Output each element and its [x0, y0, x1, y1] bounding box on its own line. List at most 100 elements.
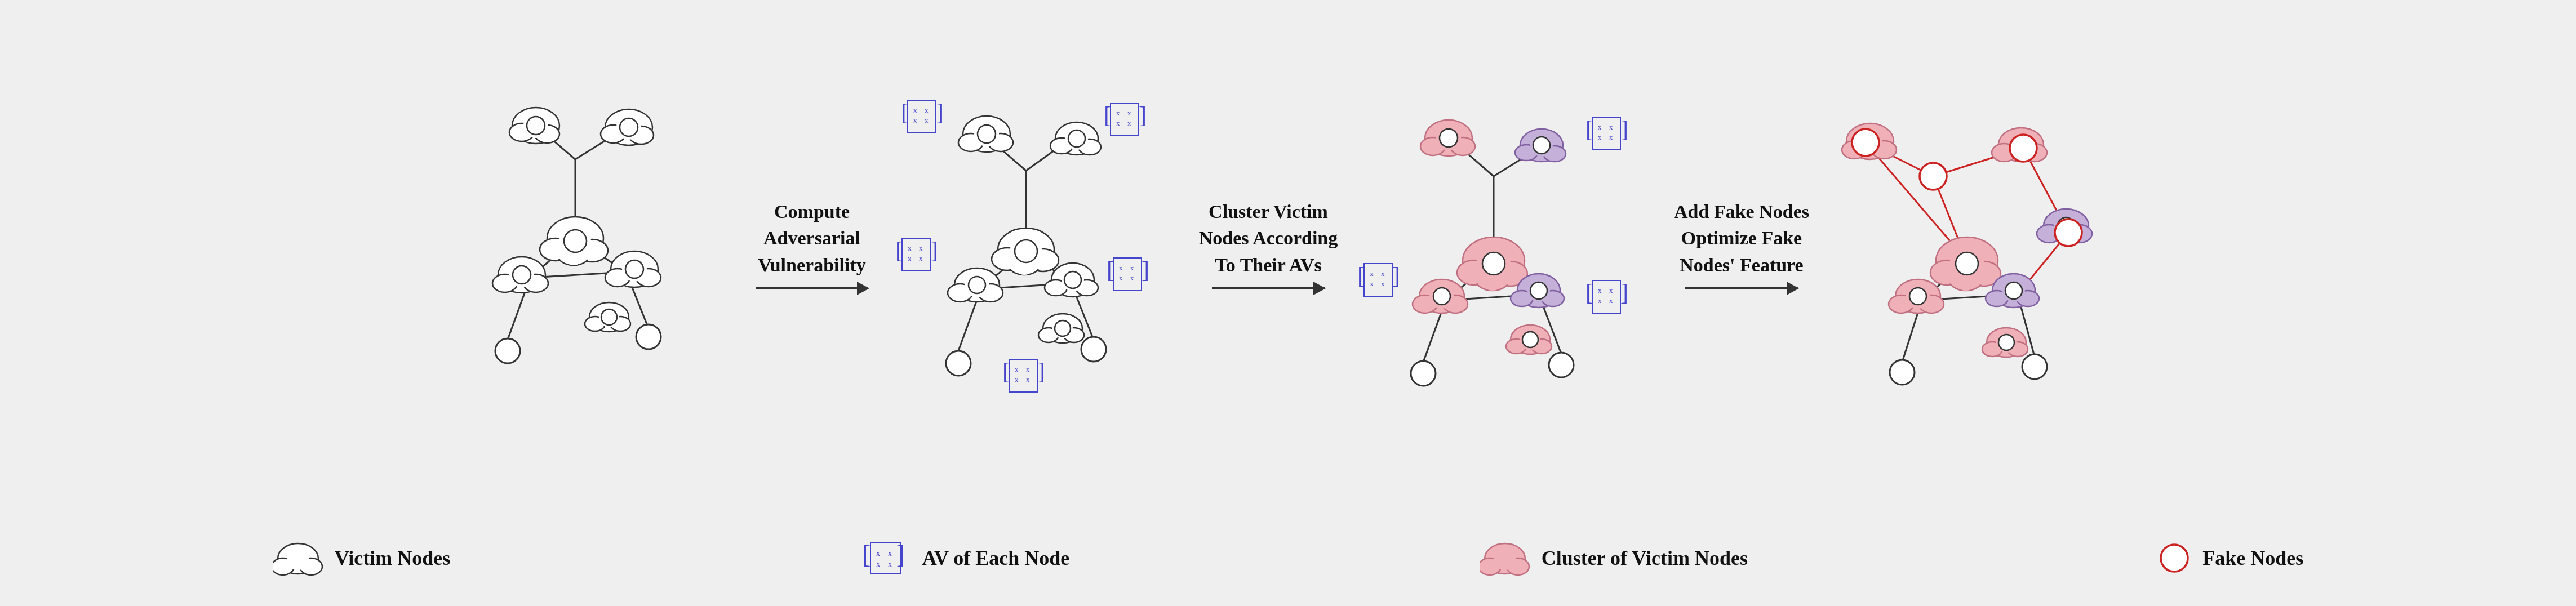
legend-cluster-nodes: Cluster of Victim Nodes	[1480, 537, 1748, 580]
svg-text:x: x	[888, 549, 892, 558]
svg-rect-83	[1113, 258, 1142, 291]
legend-av-label: AV of Each Node	[922, 546, 1070, 570]
svg-point-102	[994, 136, 1007, 149]
svg-text:]: ]	[1620, 279, 1628, 305]
svg-point-178	[1440, 129, 1458, 147]
svg-rect-69	[1111, 103, 1139, 136]
svg-point-269	[2022, 293, 2033, 304]
svg-point-200	[1549, 148, 1560, 159]
main-layout: Compute Adversarial Vulnerability	[0, 0, 2576, 606]
svg-point-283	[2055, 219, 2082, 246]
svg-point-43	[642, 271, 655, 284]
svg-text:]: ]	[936, 99, 944, 125]
arrow-section-2: Cluster Victim Nodes According To Their …	[1189, 198, 1347, 290]
arrow1-label: Compute Adversarial Vulnerability	[758, 198, 865, 279]
svg-text:x: x	[919, 254, 923, 262]
svg-point-187	[1482, 252, 1505, 275]
diagrams-row: Compute Adversarial Vulnerability	[0, 0, 2576, 516]
svg-text:x: x	[1370, 279, 1374, 288]
svg-text:[: [	[1104, 102, 1112, 128]
svg-point-280	[1852, 129, 1879, 156]
svg-point-206	[1516, 293, 1527, 304]
svg-point-209	[1411, 361, 1436, 386]
svg-point-109	[1084, 141, 1095, 153]
legends-row: Victim Nodes [ ] x x x x AV of Each Node	[0, 516, 2576, 606]
svg-point-131	[1050, 282, 1062, 293]
svg-text:x: x	[1130, 264, 1134, 272]
svg-point-42	[611, 271, 624, 284]
svg-point-272	[2022, 354, 2047, 379]
svg-rect-76	[902, 238, 930, 271]
svg-point-192	[1418, 297, 1432, 311]
svg-text:x: x	[1598, 296, 1602, 305]
svg-point-289	[305, 561, 317, 572]
svg-point-125	[984, 286, 997, 300]
svg-text:x: x	[1609, 286, 1613, 295]
svg-text:x: x	[888, 560, 892, 568]
svg-text:x: x	[1130, 274, 1134, 282]
svg-text:x: x	[919, 244, 923, 252]
svg-point-282	[2010, 135, 2037, 162]
arrow-section-3: Add Fake Nodes Optimize Fake Nodes' Feat…	[1663, 198, 1820, 290]
legend-cloud-pink-icon	[1480, 537, 1530, 580]
svg-text:[: [	[1357, 262, 1365, 288]
svg-text:]: ]	[1142, 257, 1149, 283]
svg-point-303	[2161, 545, 2188, 572]
svg-text:x: x	[1370, 269, 1374, 278]
svg-text:x: x	[1015, 365, 1019, 373]
svg-text:[: [	[1107, 257, 1114, 283]
svg-text:x: x	[876, 560, 880, 568]
svg-point-194	[1433, 288, 1450, 305]
svg-text:[: [	[901, 99, 909, 125]
svg-text:x: x	[1609, 123, 1613, 131]
svg-point-19	[606, 127, 620, 141]
svg-point-37	[513, 266, 531, 284]
svg-text:]: ]	[1139, 102, 1147, 128]
svg-point-46	[636, 324, 661, 349]
svg-point-279	[1998, 335, 2014, 350]
svg-point-208	[1530, 282, 1547, 299]
svg-text:[: [	[1002, 358, 1010, 384]
svg-point-132	[1081, 282, 1092, 293]
svg-point-201	[1533, 137, 1550, 154]
svg-point-124	[953, 286, 967, 300]
svg-text:x: x	[1381, 279, 1385, 288]
svg-point-36	[529, 277, 543, 290]
svg-point-281	[1920, 163, 1947, 190]
svg-point-35	[498, 277, 512, 290]
svg-point-108	[1056, 140, 1067, 152]
diagram-2: [ ] x x x x [ ] x x x x	[891, 69, 1189, 464]
svg-rect-62	[908, 100, 936, 133]
svg-text:x: x	[1119, 274, 1123, 282]
svg-point-277	[1987, 344, 1998, 355]
svg-text:]: ]	[1037, 358, 1045, 384]
svg-point-44	[625, 260, 643, 278]
svg-text:]: ]	[896, 540, 905, 569]
arrow3-label: Add Fake Nodes Optimize Fake Nodes' Feat…	[1674, 198, 1809, 279]
svg-point-176	[1426, 140, 1440, 153]
svg-text:x: x	[1609, 133, 1613, 141]
svg-point-133	[1064, 271, 1081, 288]
legend-av-node: [ ] x x x x AV of Each Node	[860, 537, 1070, 580]
svg-point-21	[620, 118, 638, 136]
svg-point-177	[1456, 140, 1469, 153]
svg-text:x: x	[1598, 133, 1602, 141]
svg-text:x: x	[1598, 286, 1602, 295]
svg-point-217	[1522, 332, 1538, 347]
svg-point-135	[1081, 337, 1106, 362]
svg-point-271	[1890, 360, 1915, 385]
svg-point-256	[1909, 288, 1926, 305]
graph3-svg: [ ] x x x x [ ] x x x x	[1347, 69, 1663, 464]
svg-text:x: x	[876, 549, 880, 558]
svg-point-199	[1521, 147, 1532, 158]
svg-text:x: x	[1026, 365, 1030, 373]
svg-text:x: x	[908, 244, 912, 252]
svg-point-254	[1894, 297, 1908, 311]
svg-point-140	[1043, 329, 1054, 341]
diagram-1	[463, 69, 733, 464]
diagram-4	[1820, 69, 2113, 464]
legend-fake-nodes: Fake Nodes	[2157, 541, 2303, 575]
svg-point-45	[495, 338, 520, 363]
svg-point-103	[978, 125, 996, 143]
svg-point-215	[1511, 341, 1522, 352]
